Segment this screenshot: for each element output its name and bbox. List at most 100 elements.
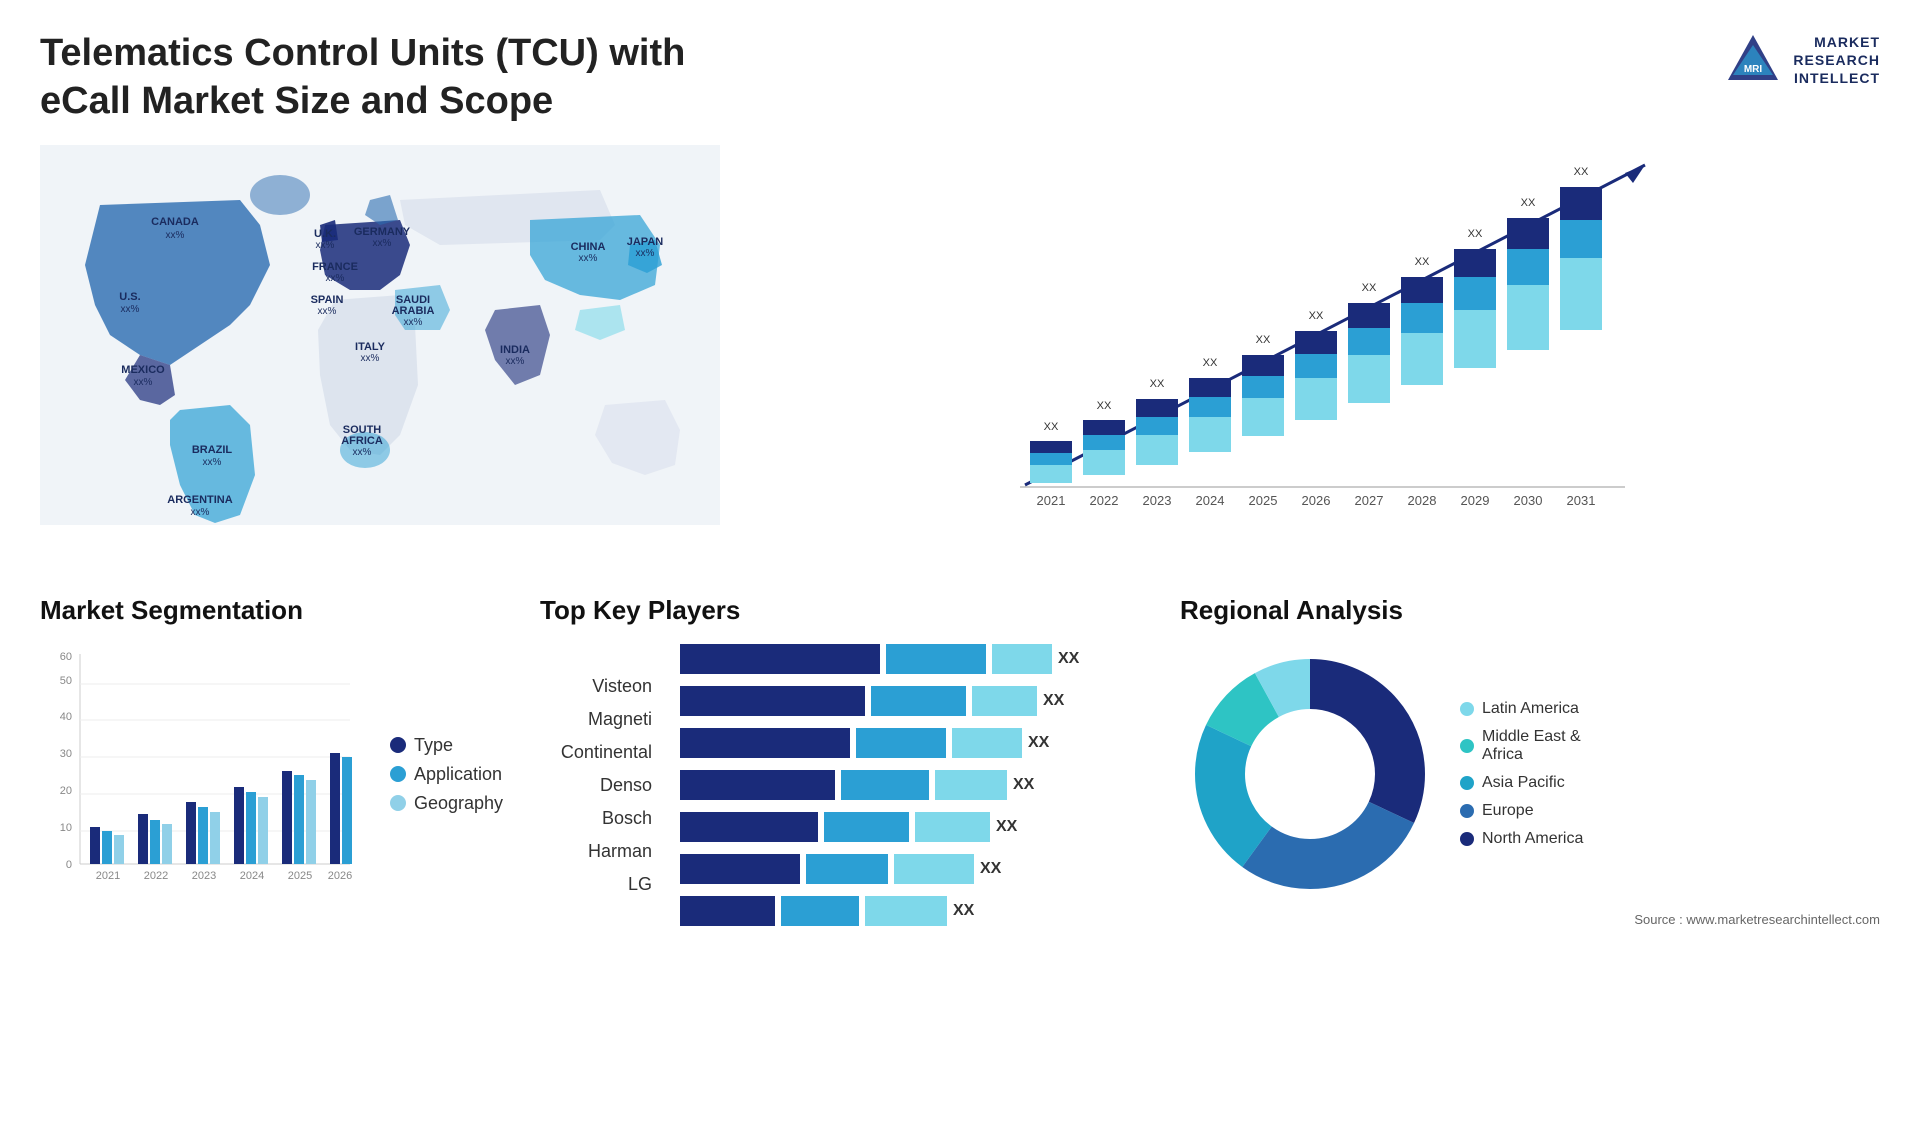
mea-label: Middle East &Africa [1482, 728, 1581, 764]
svg-text:xx%: xx% [373, 238, 392, 249]
bar-visteon: XX [680, 644, 1160, 674]
players-section: Visteon Magneti Continental Denso Bosch … [540, 644, 1160, 926]
svg-text:2022: 2022 [1090, 493, 1119, 508]
svg-text:XX: XX [1468, 228, 1483, 240]
donut-chart [1180, 644, 1440, 904]
svg-text:CANADA: CANADA [151, 216, 199, 228]
legend-application: Application [390, 764, 503, 785]
growth-bar-chart: XX XX XX XX XX [750, 145, 1880, 525]
svg-text:xx%: xx% [134, 377, 153, 388]
header: Telematics Control Units (TCU) with eCal… [40, 30, 1880, 125]
europe-dot [1460, 804, 1474, 818]
svg-text:GERMANY: GERMANY [354, 226, 411, 238]
segmentation-container: Market Segmentation 0 10 20 30 40 50 60 [40, 595, 520, 927]
svg-text:2024: 2024 [240, 870, 264, 882]
svg-text:50: 50 [60, 675, 72, 687]
map-container: CANADA xx% U.S. xx% MEXICO xx% BRAZIL xx… [40, 145, 720, 565]
regional-content: Latin America Middle East &Africa Asia P… [1180, 644, 1880, 904]
bar-bosch: XX [680, 812, 1160, 842]
svg-text:XX: XX [1203, 357, 1218, 369]
svg-text:xx%: xx% [636, 248, 655, 259]
legend-geography-label: Geography [414, 793, 503, 814]
north-america-dot [1460, 832, 1474, 846]
svg-text:xx%: xx% [166, 230, 185, 241]
svg-text:JAPAN: JAPAN [627, 236, 664, 248]
svg-text:xx%: xx% [361, 353, 380, 364]
player-denso: Denso [540, 775, 660, 796]
svg-text:xx%: xx% [353, 447, 372, 458]
legend-asia-pacific: Asia Pacific [1460, 774, 1583, 792]
svg-text:ARABIA: ARABIA [392, 305, 435, 317]
legend-europe: Europe [1460, 802, 1583, 820]
svg-text:xx%: xx% [191, 507, 210, 518]
logo-area: MRI MARKET RESEARCH INTELLECT [1723, 30, 1880, 90]
svg-text:2026: 2026 [328, 870, 352, 882]
svg-text:ITALY: ITALY [355, 341, 386, 353]
top-section: CANADA xx% U.S. xx% MEXICO xx% BRAZIL xx… [40, 145, 1880, 565]
svg-text:XX: XX [1256, 334, 1271, 346]
svg-text:XX: XX [1309, 310, 1324, 322]
legend-type: Type [390, 735, 503, 756]
player-list: Visteon Magneti Continental Denso Bosch … [540, 644, 660, 926]
svg-text:2025: 2025 [1249, 493, 1278, 508]
svg-text:BRAZIL: BRAZIL [192, 444, 233, 456]
legend-mea: Middle East &Africa [1460, 728, 1583, 764]
bar-chart-container: XX XX XX XX XX [740, 145, 1880, 565]
svg-text:xx%: xx% [506, 356, 525, 367]
svg-text:xx%: xx% [579, 253, 598, 264]
svg-text:MEXICO: MEXICO [121, 364, 165, 376]
geography-dot [390, 795, 406, 811]
legend-north-america: North America [1460, 830, 1583, 848]
svg-text:XX: XX [1574, 166, 1589, 178]
svg-text:AFRICA: AFRICA [341, 435, 383, 447]
svg-text:10: 10 [60, 822, 72, 834]
regional-legend: Latin America Middle East &Africa Asia P… [1460, 700, 1583, 848]
svg-text:xx%: xx% [121, 304, 140, 315]
page-title: Telematics Control Units (TCU) with eCal… [40, 30, 740, 125]
svg-text:MRI: MRI [1744, 64, 1763, 75]
logo-icon: MRI [1723, 30, 1783, 90]
svg-text:2026: 2026 [1302, 493, 1331, 508]
world-map-svg: CANADA xx% U.S. xx% MEXICO xx% BRAZIL xx… [40, 145, 720, 525]
svg-text:xx%: xx% [318, 306, 337, 317]
legend-latin-america: Latin America [1460, 700, 1583, 718]
svg-text:xx%: xx% [326, 273, 345, 284]
svg-text:2025: 2025 [288, 870, 312, 882]
bar-lg: XX [680, 896, 1160, 926]
segmentation-chart: 0 10 20 30 40 50 60 [40, 644, 360, 904]
bar-magneti: XX [680, 686, 1160, 716]
legend-geography: Geography [390, 793, 503, 814]
svg-text:xx%: xx% [316, 240, 335, 251]
segmentation-title: Market Segmentation [40, 595, 520, 626]
type-dot [390, 737, 406, 753]
logo-text: MARKET RESEARCH INTELLECT [1793, 33, 1880, 88]
svg-text:CHINA: CHINA [571, 241, 606, 253]
svg-text:U.S.: U.S. [119, 291, 140, 303]
asia-pacific-label: Asia Pacific [1482, 774, 1565, 792]
svg-text:2021: 2021 [96, 870, 120, 882]
svg-text:XX: XX [1097, 400, 1112, 412]
svg-text:2021: 2021 [1037, 493, 1066, 508]
player-continental: Continental [540, 742, 660, 763]
legend-application-label: Application [414, 764, 502, 785]
svg-text:XX: XX [1415, 256, 1430, 268]
bar-denso: XX [680, 770, 1160, 800]
svg-text:2031: 2031 [1567, 493, 1596, 508]
key-players-container: Top Key Players Visteon Magneti Continen… [540, 595, 1160, 927]
svg-text:INDIA: INDIA [500, 344, 530, 356]
latin-america-label: Latin America [1482, 700, 1579, 718]
svg-text:XX: XX [1150, 378, 1165, 390]
source-text: Source : www.marketresearchintellect.com [1180, 912, 1880, 927]
bar-harman: XX [680, 854, 1160, 884]
key-players-title: Top Key Players [540, 595, 1160, 626]
europe-label: Europe [1482, 802, 1534, 820]
svg-text:SPAIN: SPAIN [311, 294, 344, 306]
svg-text:2028: 2028 [1408, 493, 1437, 508]
bars-area: XX XX XX [680, 644, 1160, 926]
page-container: Telematics Control Units (TCU) with eCal… [0, 0, 1920, 1146]
svg-text:2030: 2030 [1514, 493, 1543, 508]
svg-text:20: 20 [60, 785, 72, 797]
svg-text:XX: XX [1362, 282, 1377, 294]
svg-text:XX: XX [1044, 421, 1059, 433]
svg-text:0: 0 [66, 859, 72, 871]
